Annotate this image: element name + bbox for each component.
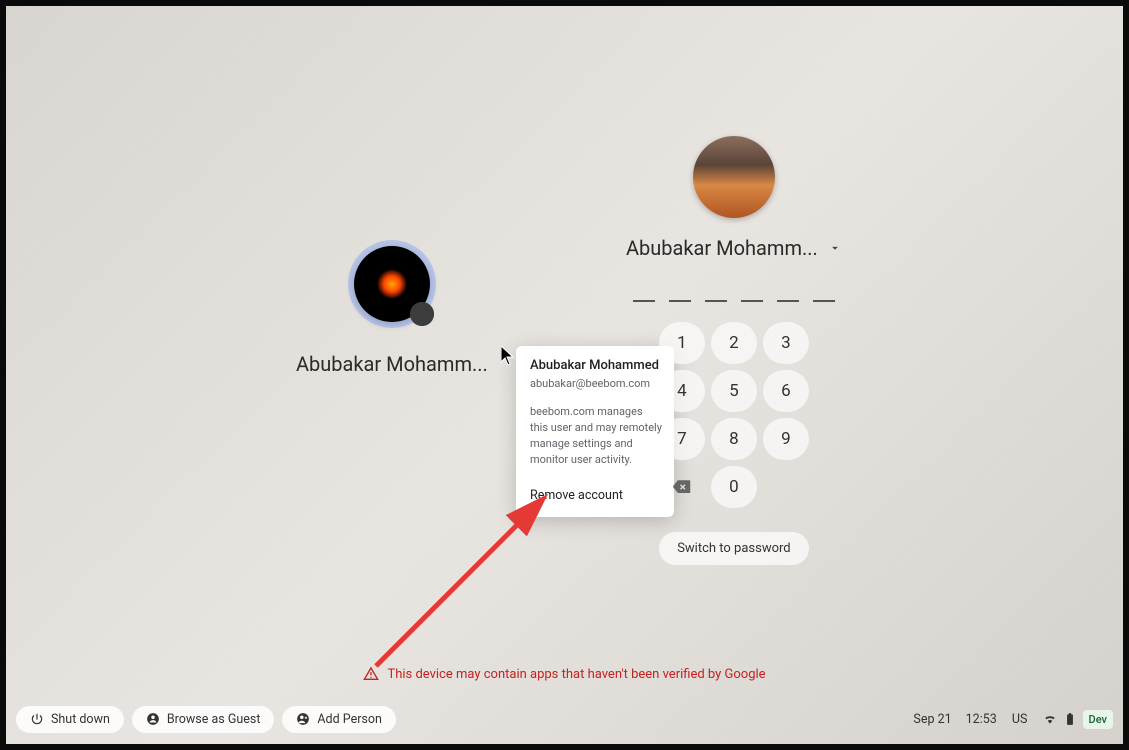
status-time: 12:53 — [966, 712, 997, 727]
bottom-bar: Shut down Browse as Guest Add Person Sep… — [6, 698, 1123, 740]
keypad-button-2[interactable]: 2 — [711, 322, 757, 364]
pin-dash — [741, 300, 763, 302]
verification-warning: This device may contain apps that haven'… — [6, 666, 1123, 682]
status-date: Sep 21 — [913, 712, 951, 727]
keypad-button-7[interactable]: 7 — [659, 418, 705, 460]
battery-icon — [1063, 712, 1077, 726]
pin-dash — [777, 300, 799, 302]
status-tray[interactable]: Sep 21 12:53 US Dev — [913, 710, 1113, 729]
keypad-button-1[interactable]: 1 — [659, 322, 705, 364]
keypad-button-3[interactable]: 3 — [763, 322, 809, 364]
keypad-button-0[interactable]: 0 — [711, 466, 757, 508]
chevron-down-icon — [828, 241, 842, 255]
backspace-icon — [673, 478, 691, 496]
shutdown-label: Shut down — [51, 712, 110, 727]
user-name-dropdown-toggle[interactable]: Abubakar Mohamm... — [626, 236, 842, 260]
left-user-avatar — [354, 246, 430, 322]
add-person-label: Add Person — [317, 712, 382, 727]
left-user-tile[interactable]: Abubakar Mohamm... — [296, 246, 488, 376]
right-user-avatar — [693, 136, 775, 218]
status-keyboard: US — [1012, 712, 1028, 727]
pin-dash — [633, 300, 655, 302]
warning-triangle-icon — [363, 666, 379, 682]
pin-dash — [669, 300, 691, 302]
pin-dash — [705, 300, 727, 302]
keypad-button-9[interactable]: 9 — [763, 418, 809, 460]
keypad-backspace-button[interactable] — [659, 466, 705, 508]
keypad-empty-slot — [763, 466, 809, 508]
keypad-button-6[interactable]: 6 — [763, 370, 809, 412]
pin-entry-display — [633, 300, 835, 302]
dev-mode-badge: Dev — [1083, 710, 1113, 729]
warning-text: This device may contain apps that haven'… — [387, 667, 765, 682]
keypad-button-4[interactable]: 4 — [659, 370, 705, 412]
right-user-tile: Abubakar Mohamm... 1 2 3 4 5 6 7 8 9 0 S… — [626, 136, 842, 565]
browse-as-guest-label: Browse as Guest — [167, 712, 261, 727]
enterprise-badge-icon — [410, 302, 434, 326]
left-user-name-label: Abubakar Mohamm... — [296, 352, 488, 376]
switch-to-password-button[interactable]: Switch to password — [659, 532, 808, 565]
add-person-icon — [296, 712, 310, 726]
pin-keypad: 1 2 3 4 5 6 7 8 9 0 — [659, 322, 809, 508]
right-user-name-label: Abubakar Mohamm... — [626, 236, 818, 260]
keypad-button-8[interactable]: 8 — [711, 418, 757, 460]
wifi-icon — [1043, 712, 1057, 726]
add-person-button[interactable]: Add Person — [282, 706, 396, 733]
guest-icon — [146, 712, 160, 726]
keypad-button-5[interactable]: 5 — [711, 370, 757, 412]
mouse-cursor-icon — [501, 346, 515, 366]
pin-dash — [813, 300, 835, 302]
browse-as-guest-button[interactable]: Browse as Guest — [132, 706, 275, 733]
power-icon — [30, 712, 44, 726]
shutdown-button[interactable]: Shut down — [16, 706, 124, 733]
